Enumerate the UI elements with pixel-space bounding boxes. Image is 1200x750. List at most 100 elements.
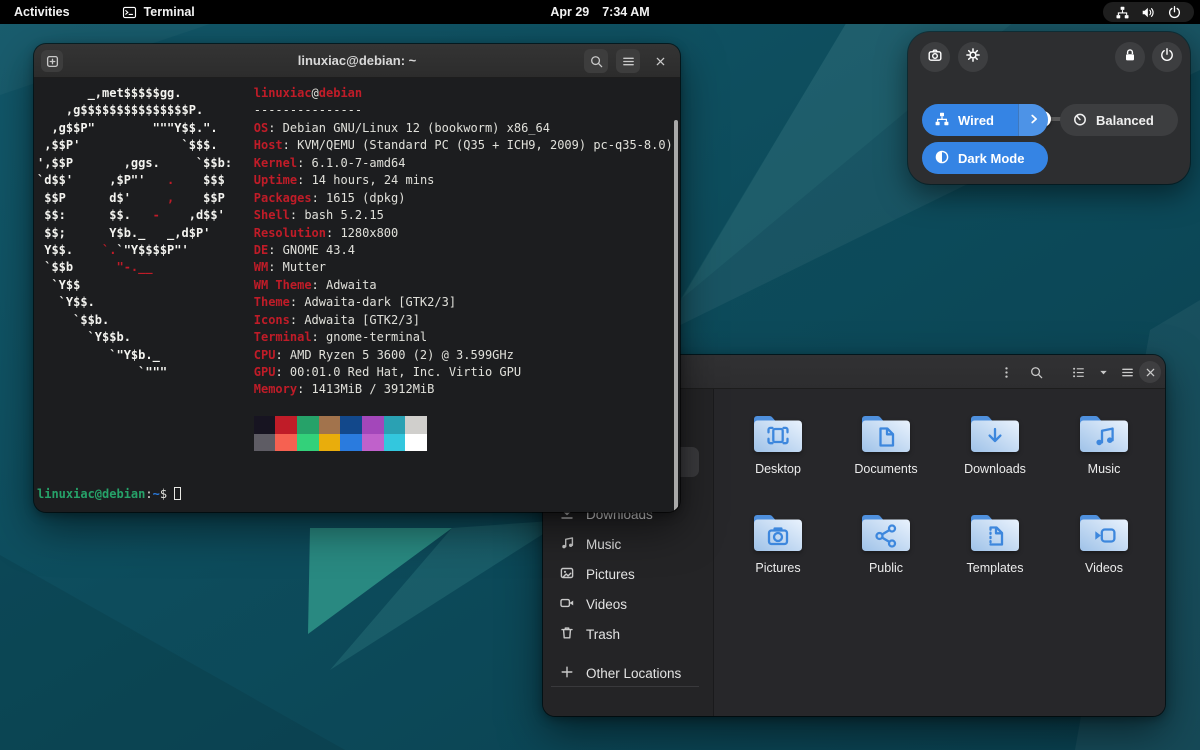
settings-button[interactable] [958, 42, 988, 72]
terminal-text: `. [102, 242, 117, 257]
terminal-text: Uptime [253, 173, 298, 188]
sidebar-item-label: Music [586, 537, 622, 552]
search-icon [1029, 365, 1044, 380]
folder-public-icon [838, 509, 934, 555]
folder-item-videos[interactable]: Videos [1056, 509, 1152, 575]
dark-mode-icon [934, 149, 950, 168]
power-button[interactable] [1152, 42, 1182, 72]
terminal-viewport[interactable]: _,met$$$$$gg. linuxiac@debian ,g$$$$$$$$… [34, 78, 680, 512]
terminal-text: CPU [253, 347, 276, 362]
terminal-palette-swatch [362, 416, 384, 434]
terminal-palette-swatch [340, 416, 363, 434]
search-icon [589, 54, 604, 69]
terminal-palette-swatch [318, 416, 341, 434]
wired-toggle-label: Wired [958, 112, 994, 128]
terminal-line: $$P d$' , $$P Packages: 1615 (dpkg) [37, 190, 680, 207]
music-note-icon [559, 535, 575, 554]
terminal-search-button[interactable] [584, 49, 608, 73]
activities-button[interactable]: Activities [4, 2, 80, 22]
sidebar-item-trash[interactable]: Trash [551, 621, 705, 648]
settings-gear-icon [965, 47, 981, 68]
close-icon [653, 54, 668, 69]
dark-mode-label: Dark Mode [958, 150, 1025, 166]
close-window-button[interactable] [1139, 361, 1161, 383]
hamburger-icon [621, 54, 636, 69]
terminal-app-icon [122, 5, 137, 20]
terminal-text: `"Y$$$$P"' [116, 242, 254, 257]
sidebar-item-videos[interactable]: Videos [551, 591, 705, 618]
terminal-text: : gnome-terminal [311, 330, 428, 345]
system-status-area[interactable] [1103, 2, 1194, 22]
terminal-close-button[interactable] [648, 49, 672, 73]
terminal-palette-swatch [318, 433, 341, 452]
terminal-text: Memory [253, 382, 298, 397]
terminal-text: OS [253, 120, 269, 135]
folder-documents-icon [838, 410, 934, 456]
terminal-headerbar[interactable]: linuxiac@debian: ~ [34, 44, 680, 78]
terminal-text: : bash 5.2.15 [289, 208, 384, 223]
terminal-cursor [174, 486, 182, 501]
terminal-scrollbar[interactable] [673, 120, 678, 512]
terminal-text: Icons [253, 312, 290, 327]
sidebar-item-music[interactable]: Music [551, 531, 705, 558]
folder-item-downloads[interactable]: Downloads [947, 410, 1043, 476]
terminal-text: Packages [253, 190, 312, 205]
terminal-text: debian [318, 86, 363, 100]
terminal-text: Terminal [253, 330, 312, 345]
folder-item-documents[interactable]: Documents [838, 410, 934, 476]
terminal-line: ,g$$$$$$$$$$$$$$$P. --------------- [37, 102, 680, 119]
terminal-text: `"Y$b._ [37, 347, 254, 362]
chevron-right-icon [1027, 112, 1041, 129]
terminal-text: ,g$$P" """Y$$.". [37, 120, 254, 135]
terminal-palette-swatch [275, 433, 298, 452]
terminal-text: $ [159, 487, 175, 502]
sidebar-item-other-locations[interactable]: Other Locations [551, 660, 705, 687]
terminal-line: $$: $$. - ,d$$' Shell: bash 5.2.15 [37, 207, 680, 224]
terminal-text: $$$ [174, 173, 254, 188]
power-profile-toggle[interactable]: Balanced [1060, 104, 1178, 136]
folder-item-music[interactable]: Music [1056, 410, 1152, 476]
wired-network-toggle[interactable]: Wired [922, 104, 1048, 136]
folder-item-templates[interactable]: Templates [947, 509, 1043, 575]
terminal-line: `d$$' ,$P"' . $$$ Uptime: 14 hours, 24 m… [37, 172, 680, 189]
more-options-button[interactable] [994, 360, 1018, 384]
terminal-text: : Adwaita [311, 277, 377, 292]
focused-app-indicator[interactable]: Terminal [112, 2, 205, 23]
terminal-text: `Y$$. [37, 295, 254, 310]
terminal-text: : 6.1.0-7-amd64 [297, 155, 406, 170]
dark-mode-toggle[interactable]: Dark Mode [922, 142, 1048, 174]
terminal-line: `$$b "-.__ WM: Mutter [37, 259, 680, 276]
sidebar-item-pictures[interactable]: Pictures [551, 561, 705, 588]
screenshot-button[interactable] [920, 42, 950, 72]
folder-item-public[interactable]: Public [838, 509, 934, 575]
terminal-text: Host [253, 138, 283, 153]
terminal-menu-button[interactable] [616, 49, 640, 73]
terminal-text: linuxiac@debian [37, 487, 146, 502]
terminal-text: DE [253, 242, 269, 257]
new-tab-button[interactable] [41, 50, 63, 72]
kebab-icon [999, 365, 1014, 380]
view-options-dropdown[interactable] [1094, 360, 1112, 384]
clock-button[interactable]: Apr 29 7:34 AM [550, 5, 649, 19]
terminal-line: `Y$$ WM Theme: Adwaita [37, 277, 680, 294]
list-view-button[interactable] [1066, 360, 1090, 384]
wired-expand-arrow[interactable] [1018, 104, 1048, 136]
terminal-palette-swatch [297, 433, 319, 452]
window-menu-button[interactable] [1115, 360, 1139, 384]
folder-item-pictures[interactable]: Pictures [730, 509, 826, 575]
folder-templates-icon [947, 509, 1043, 555]
lock-button[interactable] [1115, 42, 1145, 72]
terminal-text: ',$$P ,ggs. `$$b: [37, 155, 254, 170]
folder-label: Templates [966, 561, 1024, 575]
terminal-palette-swatch [297, 416, 319, 434]
terminal-text: : AMD Ryzen 5 3600 (2) @ 3.599GHz [275, 347, 514, 362]
terminal-text: `""" [37, 365, 254, 379]
folder-item-desktop[interactable]: Desktop [730, 410, 826, 476]
terminal-text: `Y$$b. [37, 330, 254, 345]
terminal-palette-swatch [340, 433, 363, 452]
terminal-line: ,g$$P" """Y$$.". OS: Debian GNU/Linux 12… [37, 120, 680, 137]
search-button[interactable] [1024, 360, 1048, 384]
terminal-text: `$$b [37, 260, 117, 275]
